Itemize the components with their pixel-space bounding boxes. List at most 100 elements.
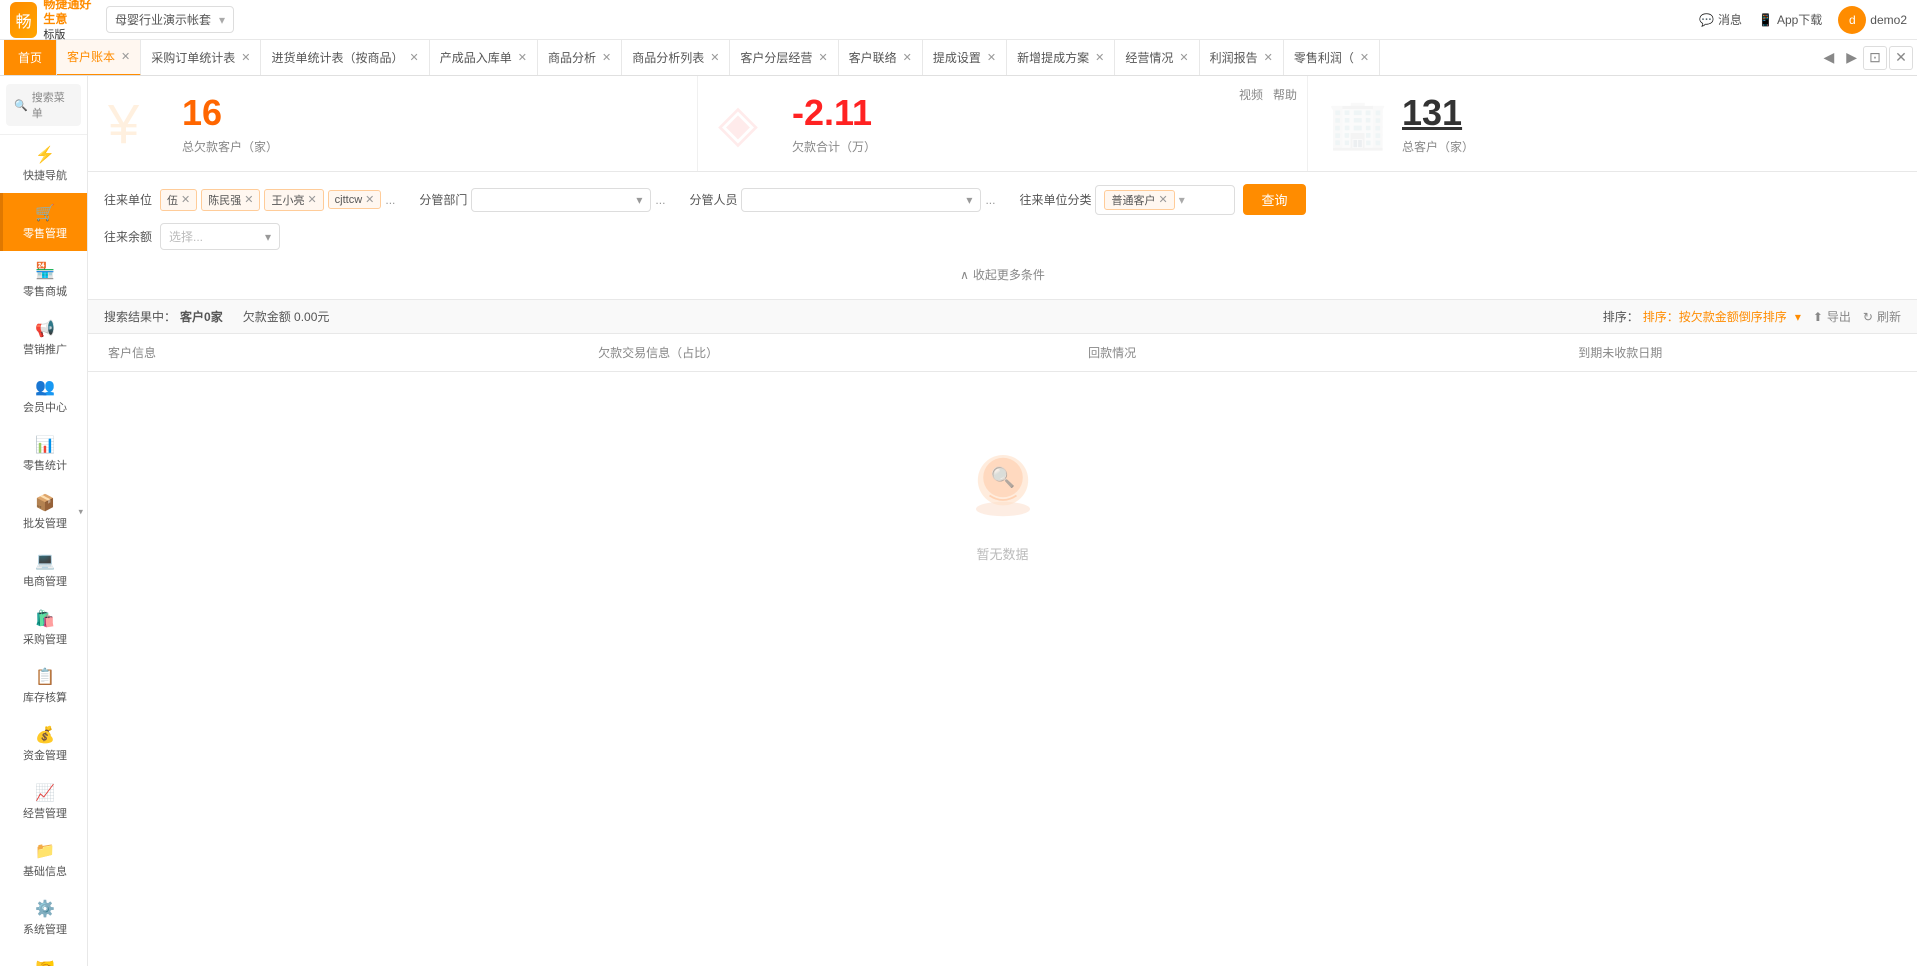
close-icon[interactable]: ✕: [1179, 51, 1188, 64]
balance-select[interactable]: 选择... ▾: [160, 223, 280, 250]
tab-profit-report[interactable]: 利润报告 ✕: [1200, 40, 1284, 76]
sidebar-item-operations-mgmt[interactable]: 📈 经营管理: [0, 773, 87, 831]
tab-customer-contact[interactable]: 客户联络 ✕: [839, 40, 923, 76]
tab-customer-segment[interactable]: 客户分层经营 ✕: [730, 40, 838, 76]
tab-close-all-btn[interactable]: ✕: [1889, 46, 1913, 70]
refresh-icon: ↻: [1863, 310, 1873, 324]
sidebar-item-members[interactable]: 👥 会员中心: [0, 367, 87, 425]
sidebar-item-ecommerce[interactable]: 💻 电商管理: [0, 541, 87, 599]
refresh-button[interactable]: ↻ 刷新: [1863, 308, 1901, 325]
empty-text: 暂无数据: [976, 544, 1028, 563]
sidebar-item-basic-info[interactable]: 📁 基础信息: [0, 831, 87, 889]
close-icon[interactable]: ✕: [241, 51, 250, 64]
chevron-down-icon: ▾: [265, 230, 271, 244]
marketing-icon: 📢: [35, 319, 55, 339]
balance-label: 往来余额: [104, 228, 152, 245]
close-icon[interactable]: ✕: [1264, 51, 1273, 64]
app-download-btn[interactable]: 📱 App下载: [1758, 11, 1822, 28]
retail-icon: 🛒: [35, 203, 55, 223]
members-icon: 👥: [35, 377, 55, 397]
category-filter: 往来单位分类 普通客户 ✕ ▾: [1019, 185, 1235, 215]
tab-new-raise-plan[interactable]: 新增提成方案 ✕: [1007, 40, 1115, 76]
sidebar-item-finance[interactable]: 💰 资金管理: [0, 715, 87, 773]
close-icon[interactable]: ✕: [903, 51, 912, 64]
tab-goods-analysis-list[interactable]: 商品分析列表 ✕: [622, 40, 730, 76]
person-more[interactable]: ...: [985, 193, 995, 207]
stat-total-debt: ◈ -2.11 欠款合计（万） 视频 帮助: [698, 76, 1308, 171]
close-icon[interactable]: ✕: [518, 51, 527, 64]
filter-tag-group: 伍 ✕ 陈民强 ✕ 王小亮 ✕ cjttcw ✕ ...: [160, 189, 395, 211]
help-link[interactable]: 帮助: [1273, 86, 1297, 103]
chevron-down-icon: ▾: [219, 13, 225, 27]
video-link[interactable]: 视频: [1239, 86, 1263, 103]
sidebar-item-purchase[interactable]: 🛍️ 采购管理: [0, 599, 87, 657]
category-tag-normal: 普通客户 ✕: [1104, 190, 1174, 210]
sidebar-item-quick-nav[interactable]: ⚡ 快捷导航: [0, 135, 87, 193]
close-icon[interactable]: ✕: [818, 51, 827, 64]
empty-state: 🔍 暂无数据: [88, 372, 1917, 623]
sort-select[interactable]: 排序： 排序：按欠款金额倒序排序 ▾: [1603, 308, 1801, 325]
remove-tag-chen[interactable]: ✕: [244, 193, 253, 206]
topbar-right: 💬 消息 📱 App下载 d demo2: [1699, 6, 1907, 34]
export-button[interactable]: ⬆ 导出: [1813, 308, 1851, 325]
close-icon[interactable]: ✕: [987, 51, 996, 64]
topbar: 畅 畅捷通好生意 标版 母婴行业演示帐套 ▾ 💬 消息 📱 App下载 d de…: [0, 0, 1917, 40]
sidebar-item-retail[interactable]: 🛒 零售管理: [0, 193, 87, 251]
category-select[interactable]: 普通客户 ✕ ▾: [1095, 185, 1235, 215]
remove-tag-wang[interactable]: ✕: [307, 193, 316, 206]
message-btn[interactable]: 💬 消息: [1699, 11, 1742, 28]
sidebar-item-enterprise[interactable]: 🤝 企业协同: [0, 947, 87, 966]
tab-prev-arrow[interactable]: ◀: [1817, 45, 1840, 70]
unit-label: 往来单位: [104, 191, 152, 208]
sidebar-item-batch-mgmt[interactable]: 📦 批发管理 ▾: [0, 483, 87, 541]
search-menu-btn[interactable]: 🔍 搜索菜单: [6, 84, 81, 126]
close-icon[interactable]: ✕: [1095, 51, 1104, 64]
tab-next-arrow[interactable]: ▶: [1840, 45, 1863, 70]
tab-restore-btn[interactable]: ⊡: [1863, 46, 1887, 70]
filter-tag-cjttcw: cjttcw ✕: [328, 190, 382, 209]
tabbar: 首页 客户账本 ✕ 采购订单统计表 ✕ 进货单统计表（按商品） ✕ 产成品入库单…: [0, 40, 1917, 76]
tab-operations[interactable]: 经营情况 ✕: [1115, 40, 1199, 76]
filter-more-tags[interactable]: ...: [385, 193, 395, 207]
avatar: d: [1838, 6, 1866, 34]
purchase-icon: 🛍️: [35, 609, 55, 629]
dept-select[interactable]: ▾: [471, 188, 651, 212]
user-menu[interactable]: d demo2: [1838, 6, 1907, 34]
operations-mgmt-icon: 📈: [35, 783, 55, 803]
sidebar-item-marketing[interactable]: 📢 营销推广: [0, 309, 87, 367]
dept-label: 分管部门: [419, 191, 467, 208]
svg-text:🔍: 🔍: [990, 464, 1015, 489]
sidebar-item-inventory[interactable]: 📋 库存核算: [0, 657, 87, 715]
close-icon[interactable]: ✕: [710, 51, 719, 64]
chevron-down-icon: ▾: [636, 193, 642, 207]
tab-goods-analysis[interactable]: 商品分析 ✕: [538, 40, 622, 76]
table-header: 客户信息 欠款交易信息（占比） 回款情况 到期未收款日期: [88, 334, 1917, 372]
close-icon[interactable]: ✕: [602, 51, 611, 64]
sidebar-item-system[interactable]: ⚙️ 系统管理: [0, 889, 87, 947]
query-button[interactable]: 查询: [1243, 184, 1305, 215]
collapse-btn[interactable]: ∧ 收起更多条件: [950, 262, 1055, 287]
dept-more[interactable]: ...: [655, 193, 665, 207]
logo-text: 畅捷通好生意 标版: [43, 0, 98, 42]
tab-purchase-order[interactable]: 采购订单统计表 ✕: [141, 40, 261, 76]
search-results-right: 排序： 排序：按欠款金额倒序排序 ▾ ⬆ 导出 ↻ 刷新: [1603, 308, 1901, 325]
person-select[interactable]: ▾: [741, 188, 981, 212]
close-icon[interactable]: ✕: [1360, 51, 1369, 64]
tab-customer-account[interactable]: 客户账本 ✕: [57, 40, 141, 76]
search-icon: 🔍: [14, 99, 28, 112]
sidebar: 🔍 搜索菜单 ⚡ 快捷导航 🛒 零售管理 🏪 零售商城 📢 营销推广 👥 会员中…: [0, 76, 88, 966]
close-icon[interactable]: ✕: [410, 51, 419, 64]
close-icon[interactable]: ✕: [121, 50, 130, 63]
remove-category-tag[interactable]: ✕: [1158, 193, 1167, 206]
retail-stats-icon: 📊: [35, 435, 55, 455]
sidebar-item-retail-mall[interactable]: 🏪 零售商城: [0, 251, 87, 309]
remove-tag-wu[interactable]: ✕: [181, 193, 190, 206]
remove-tag-cjttcw[interactable]: ✕: [365, 193, 374, 206]
tab-product-inbound[interactable]: 产成品入库单 ✕: [430, 40, 538, 76]
tab-retail-profit[interactable]: 零售利润（ ✕: [1284, 40, 1380, 76]
tab-inbound-stats[interactable]: 进货单统计表（按商品） ✕: [261, 40, 429, 76]
tab-raise-settings[interactable]: 提成设置 ✕: [923, 40, 1007, 76]
sidebar-item-retail-stats[interactable]: 📊 零售统计: [0, 425, 87, 483]
account-selector[interactable]: 母婴行业演示帐套 ▾: [106, 6, 234, 33]
tab-home[interactable]: 首页: [4, 40, 57, 76]
